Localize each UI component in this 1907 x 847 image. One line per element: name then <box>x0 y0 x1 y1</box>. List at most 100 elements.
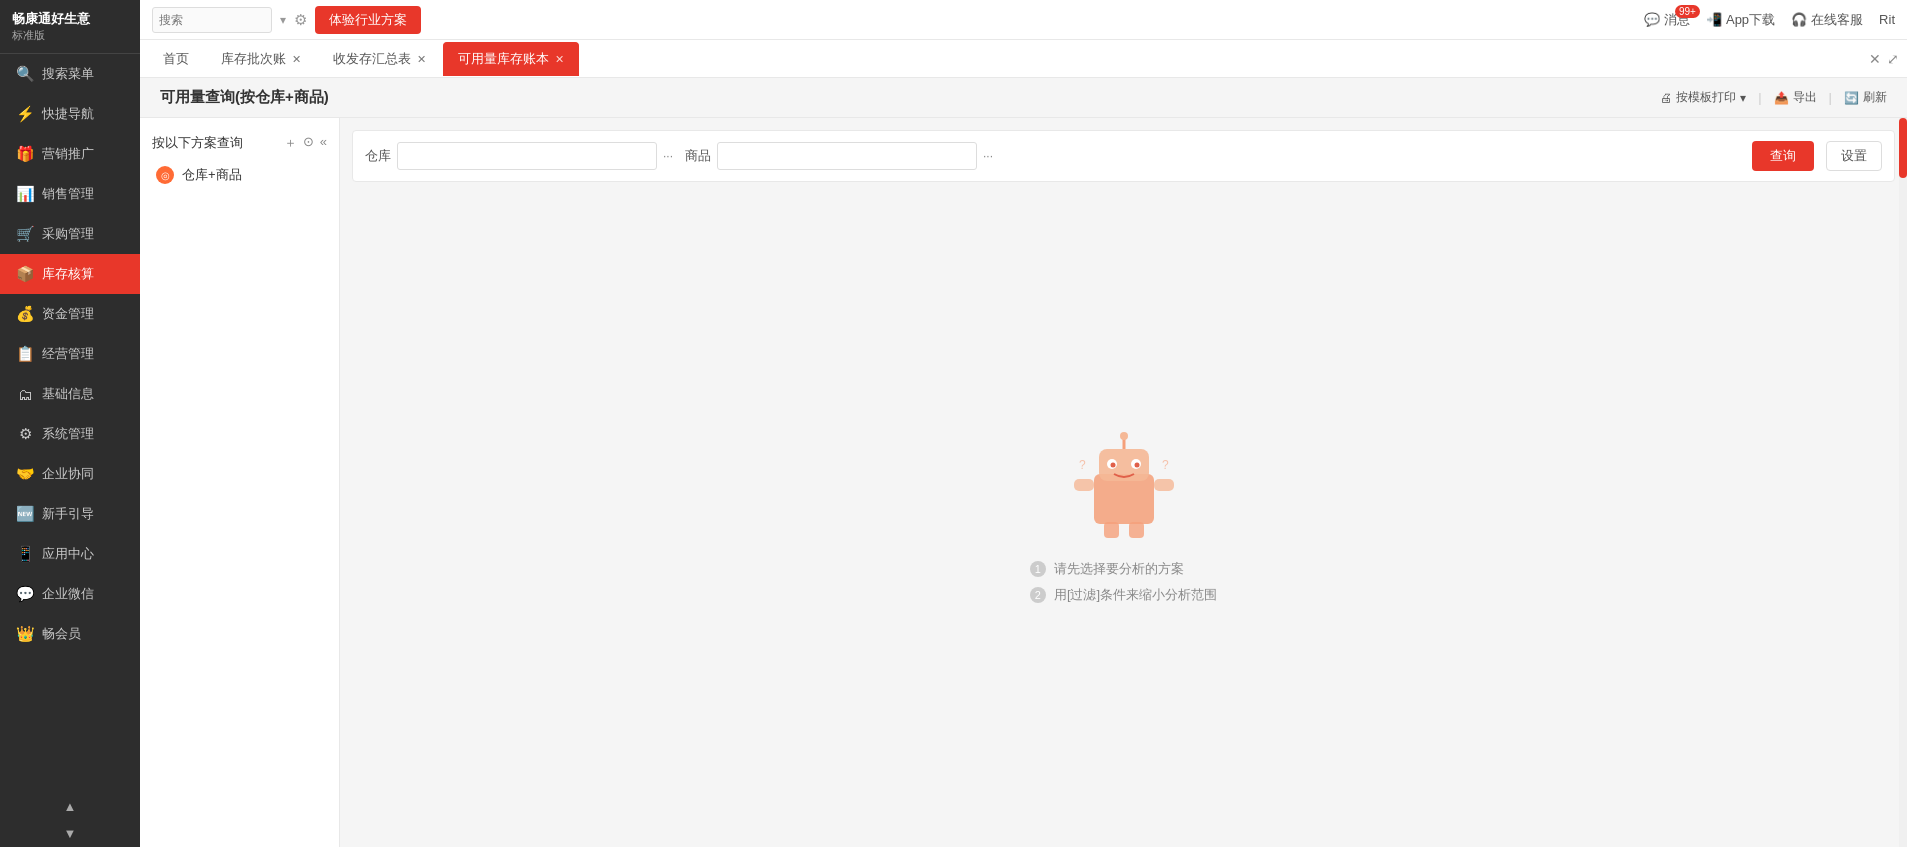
filter-settings-btn[interactable]: ⊙ <box>303 134 314 152</box>
print-btn[interactable]: 🖨 按模板打印 ▾ <box>1660 89 1746 106</box>
product-field: 商品 ··· <box>685 142 993 170</box>
warehouse-input[interactable] <box>397 142 657 170</box>
box-icon: 📦 <box>16 265 34 283</box>
filter-item-icon: ◎ <box>156 166 174 184</box>
sidebar-item-purchase[interactable]: 🛒 采购管理 <box>0 214 140 254</box>
flash-icon: ⚡ <box>16 105 34 123</box>
tabs-controls: ✕ ⤢ <box>1869 51 1899 67</box>
crown-icon: 👑 <box>16 625 34 643</box>
cart-icon: 🛒 <box>16 225 34 243</box>
right-scrollbar[interactable] <box>1899 118 1907 847</box>
sidebar-item-search[interactable]: 🔍 搜索菜单 <box>0 54 140 94</box>
sidebar-scroll-up[interactable]: ▲ <box>0 793 140 820</box>
messages-btn[interactable]: 💬 消息 99+ <box>1644 11 1690 29</box>
hint-text-2: 用[过滤]条件来缩小分析范围 <box>1054 586 1217 604</box>
new-icon: 🆕 <box>16 505 34 523</box>
main-panel: 仓库 ··· 商品 ··· 查询 设置 <box>340 118 1907 847</box>
tab-batch-close[interactable]: ✕ <box>292 53 301 66</box>
topbar-search-input[interactable] <box>152 7 272 33</box>
sidebar-item-label: 库存核算 <box>42 265 94 283</box>
print-label: 按模板打印 <box>1676 89 1736 106</box>
sidebar: 畅康通好生意 标准版 🔍 搜索菜单 ⚡ 快捷导航 🎁 营销推广 📊 销售管理 🛒… <box>0 0 140 847</box>
service-label: 在线客服 <box>1811 11 1863 29</box>
filter-add-btn[interactable]: ＋ <box>284 134 297 152</box>
sidebar-item-sales[interactable]: 📊 销售管理 <box>0 174 140 214</box>
topbar-right: 💬 消息 99+ 📲 App下载 🎧 在线客服 Rit <box>1644 11 1895 29</box>
online-service-btn[interactable]: 🎧 在线客服 <box>1791 11 1863 29</box>
sidebar-item-inventory[interactable]: 📦 库存核算 <box>0 254 140 294</box>
tab-available-label: 可用量库存账本 <box>458 50 549 68</box>
query-button[interactable]: 查询 <box>1752 141 1814 171</box>
empty-state: ? ? 1 请先选择要分析的方案 2 用[过滤]条件来缩小分析范围 <box>352 192 1895 835</box>
chart-icon: 📊 <box>16 185 34 203</box>
svg-text:?: ? <box>1162 458 1169 472</box>
tab-home[interactable]: 首页 <box>148 42 204 76</box>
print-chevron: ▾ <box>1740 91 1746 105</box>
app-subtitle: 标准版 <box>12 28 128 43</box>
sidebar-item-label: 资金管理 <box>42 305 94 323</box>
username-label: Rit <box>1879 12 1895 27</box>
refresh-btn[interactable]: 🔄 刷新 <box>1844 89 1887 106</box>
sidebar-item-marketing[interactable]: 🎁 营销推广 <box>0 134 140 174</box>
svg-point-4 <box>1110 462 1115 467</box>
hint-num-2: 2 <box>1030 587 1046 603</box>
tab-home-label: 首页 <box>163 50 189 68</box>
empty-illustration: ? ? <box>1064 424 1184 544</box>
phone-icon: 📱 <box>16 545 34 563</box>
main-area: ▾ ⚙ 体验行业方案 💬 消息 99+ 📲 App下载 🎧 在线客服 Rit <box>140 0 1907 847</box>
industry-btn[interactable]: 体验行业方案 <box>315 6 421 34</box>
sidebar-item-basic[interactable]: 🗂 基础信息 <box>0 374 140 414</box>
close-all-tabs-btn[interactable]: ✕ <box>1869 51 1881 67</box>
expand-tabs-btn[interactable]: ⤢ <box>1887 51 1899 67</box>
warehouse-more-btn[interactable]: ··· <box>663 149 673 163</box>
export-icon: 📤 <box>1774 91 1789 105</box>
sidebar-logo: 畅康通好生意 标准版 <box>0 0 140 54</box>
empty-hint-1: 1 请先选择要分析的方案 <box>1030 560 1217 578</box>
tab-available[interactable]: 可用量库存账本 ✕ <box>443 42 579 76</box>
sidebar-item-label: 新手引导 <box>42 505 94 523</box>
settings-icon[interactable]: ⚙ <box>294 11 307 29</box>
tabs-bar: 首页 库存批次账 ✕ 收发存汇总表 ✕ 可用量库存账本 ✕ ✕ ⤢ <box>140 40 1907 78</box>
headset-icon: 🎧 <box>1791 12 1807 27</box>
svg-text:?: ? <box>1079 458 1086 472</box>
sidebar-item-coop[interactable]: 🤝 企业协同 <box>0 454 140 494</box>
page-header: 可用量查询(按仓库+商品) 🖨 按模板打印 ▾ | 📤 导出 | 🔄 刷新 <box>140 78 1907 118</box>
filter-collapse-btn[interactable]: « <box>320 134 327 152</box>
tab-summary-label: 收发存汇总表 <box>333 50 411 68</box>
filter-header-label: 按以下方案查询 <box>152 134 243 152</box>
sidebar-item-operation[interactable]: 📋 经营管理 <box>0 334 140 374</box>
sidebar-item-label: 企业协同 <box>42 465 94 483</box>
content-area: 按以下方案查询 ＋ ⊙ « ◎ 仓库+商品 仓库 ··· <box>140 118 1907 847</box>
scrollbar-thumb <box>1899 118 1907 178</box>
tab-batch[interactable]: 库存批次账 ✕ <box>206 42 316 76</box>
sidebar-item-member[interactable]: 👑 畅会员 <box>0 614 140 654</box>
chevron-down-icon[interactable]: ▾ <box>280 13 286 27</box>
topbar: ▾ ⚙ 体验行业方案 💬 消息 99+ 📲 App下载 🎧 在线客服 Rit <box>140 0 1907 40</box>
sidebar-item-wechat[interactable]: 💬 企业微信 <box>0 574 140 614</box>
sidebar-item-apps[interactable]: 📱 应用中心 <box>0 534 140 574</box>
sidebar-scroll-down[interactable]: ▼ <box>0 820 140 847</box>
money-icon: 💰 <box>16 305 34 323</box>
product-label: 商品 <box>685 147 711 165</box>
sidebar-item-system[interactable]: ⚙ 系统管理 <box>0 414 140 454</box>
app-download-btn[interactable]: 📲 App下载 <box>1706 11 1775 29</box>
sidebar-item-quick-nav[interactable]: ⚡ 快捷导航 <box>0 94 140 134</box>
sidebar-item-guide[interactable]: 🆕 新手引导 <box>0 494 140 534</box>
sidebar-item-label: 销售管理 <box>42 185 94 203</box>
tab-summary[interactable]: 收发存汇总表 ✕ <box>318 42 441 76</box>
gift-icon: 🎁 <box>16 145 34 163</box>
product-more-btn[interactable]: ··· <box>983 149 993 163</box>
settings-button[interactable]: 设置 <box>1826 141 1882 171</box>
tab-available-close[interactable]: ✕ <box>555 53 564 66</box>
export-btn[interactable]: 📤 导出 <box>1774 89 1817 106</box>
tab-summary-close[interactable]: ✕ <box>417 53 426 66</box>
filter-warehouse-product[interactable]: ◎ 仓库+商品 <box>140 158 339 192</box>
user-menu[interactable]: Rit <box>1879 12 1895 27</box>
product-input[interactable] <box>717 142 977 170</box>
page-actions: 🖨 按模板打印 ▾ | 📤 导出 | 🔄 刷新 <box>1660 89 1887 106</box>
separator2: | <box>1829 90 1832 105</box>
handshake-icon: 🤝 <box>16 465 34 483</box>
page-title: 可用量查询(按仓库+商品) <box>160 88 1660 107</box>
sidebar-item-finance[interactable]: 💰 资金管理 <box>0 294 140 334</box>
chat-icon: 💬 <box>16 585 34 603</box>
